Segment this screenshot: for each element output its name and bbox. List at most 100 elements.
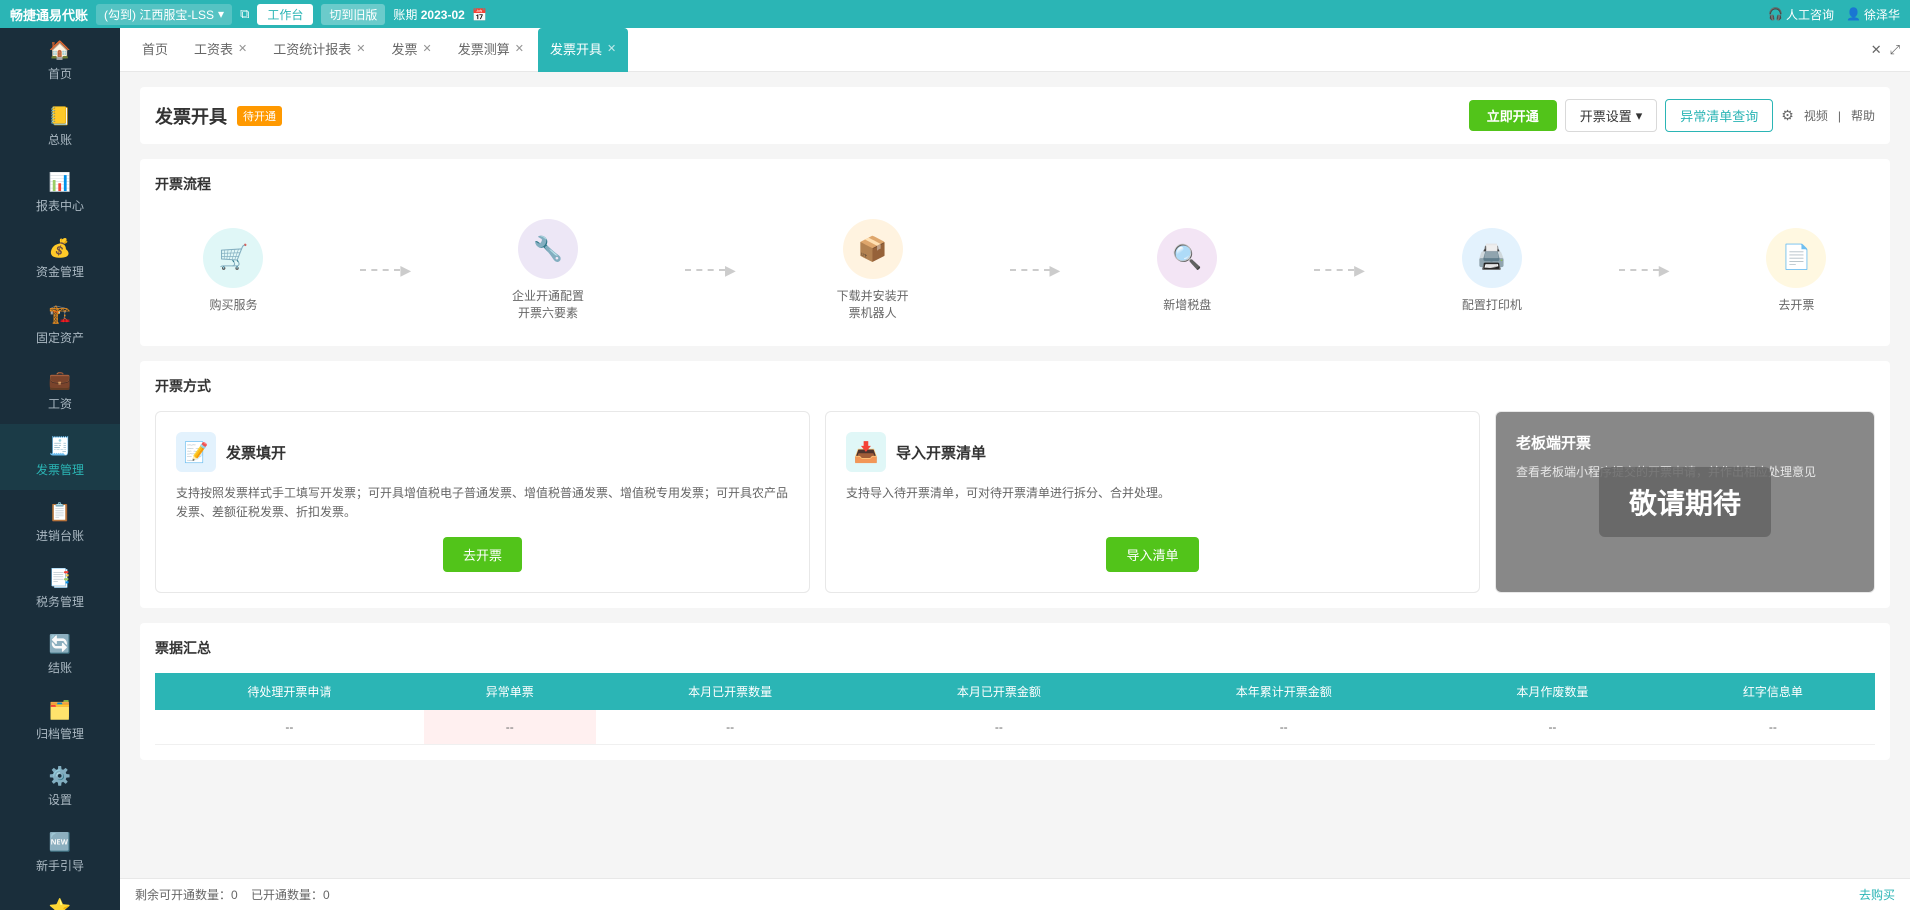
sidebar-item-salary[interactable]: 💼 工资	[0, 358, 120, 424]
cell-pending: --	[155, 710, 424, 745]
archive-icon: 🗂️	[49, 700, 71, 721]
salary-icon: 💼	[49, 370, 71, 391]
method-card-import: 📥 导入开票清单 支持导入待开票清单，可对待开票清单进行拆分、合并处理。 导入清…	[825, 411, 1480, 593]
cell-void-count: --	[1434, 710, 1671, 745]
method-manual-title: 发票填开	[226, 442, 286, 463]
sidebar: 🏠 首页 📒 总账 📊 报表中心 💰 资金管理 🏗️ 固定资产 💼 工资 🧾 发…	[0, 28, 120, 910]
tab-salary-report[interactable]: 工资统计报表 ✕	[261, 28, 377, 72]
funds-icon: 💰	[49, 238, 71, 259]
tab-invoice-calc[interactable]: 发票测算 ✕	[446, 28, 536, 72]
sidebar-item-settlement[interactable]: 🔄 结账	[0, 622, 120, 688]
used-label: 已开通数量：0	[251, 888, 330, 902]
consult-button[interactable]: 🎧 人工咨询	[1768, 6, 1834, 23]
tab-invoice-tool-close[interactable]: ✕	[607, 42, 616, 55]
process-step-setup[interactable]: 🔧 企业开通配置开票六要素	[508, 219, 588, 321]
switch-old-button[interactable]: 切到旧版	[321, 4, 385, 25]
buy-service-label: 购买服务	[209, 296, 257, 313]
process-step-printer[interactable]: 🖨️ 配置打印机	[1462, 228, 1522, 313]
tab-expand-icon[interactable]: ⤢	[1890, 42, 1900, 58]
process-divider-1: ▶	[360, 262, 411, 279]
method-import-icon: 📥	[846, 432, 886, 472]
setup-icon: 🔧	[518, 219, 578, 279]
tab-invoice[interactable]: 发票 ✕	[379, 28, 443, 72]
sidebar-item-home[interactable]: 🏠 首页	[0, 28, 120, 94]
download-label: 下载并安装开票机器人	[833, 287, 913, 321]
sidebar-item-label: 进销台账	[36, 527, 84, 544]
copy-icon[interactable]: ⧉	[240, 6, 249, 22]
tab-invoice-label: 发票	[391, 39, 417, 58]
tab-salary-table[interactable]: 工资表 ✕	[182, 28, 259, 72]
issue-invoice-label: 去开票	[1778, 296, 1814, 313]
process-step-tax-disk[interactable]: 🔍 新增税盘	[1157, 228, 1217, 313]
user-info[interactable]: 👤 徐泽华	[1846, 6, 1900, 23]
remain-label: 剩余可开通数量：0	[135, 888, 238, 902]
period-edit-icon[interactable]: 📅	[472, 8, 487, 22]
methods-row: 📝 发票填开 支持按照发票样式手工填写开发票；可开具增值税电子普通发票、增值税普…	[155, 411, 1875, 593]
sidebar-item-assets[interactable]: 🏗️ 固定资产	[0, 292, 120, 358]
sidebar-item-label: 工资	[48, 395, 72, 412]
tab-home[interactable]: 首页	[130, 28, 180, 72]
tab-bar-right: ✕ ⤢	[1871, 42, 1900, 58]
process-step-download[interactable]: 📦 下载并安装开票机器人	[833, 219, 913, 321]
col-red-info: 红字信息单	[1671, 673, 1875, 710]
process-step-buy-service[interactable]: 🛒 购买服务	[203, 228, 263, 313]
top-bar-left: 畅捷通易代账 (勾到) 江西服宝-LSS ▾ ⧉ 工作台 切到旧版 账期 202…	[10, 4, 487, 25]
col-monthly-amount: 本月已开票金额	[864, 673, 1133, 710]
tab-home-label: 首页	[142, 39, 168, 58]
sidebar-item-guide[interactable]: 🆕 新手引导	[0, 820, 120, 886]
company-dropdown-icon: ▾	[218, 7, 224, 21]
tab-salary-table-label: 工资表	[194, 39, 233, 58]
sidebar-item-funds[interactable]: 💰 资金管理	[0, 226, 120, 292]
sidebar-item-settings[interactable]: ⚙️ 设置	[0, 754, 120, 820]
tax-disk-label: 新增税盘	[1163, 296, 1211, 313]
tab-invoice-calc-close[interactable]: ✕	[515, 42, 524, 55]
method-card-old: 老板端开票 查看老板端小程序提交的开票申请，并作出相应处理意见 敬请期待	[1495, 411, 1875, 593]
tab-invoice-close[interactable]: ✕	[423, 42, 432, 55]
company-selector[interactable]: (勾到) 江西服宝-LSS ▾	[96, 4, 232, 25]
tab-close-all-icon[interactable]: ✕	[1871, 42, 1882, 58]
ledger-icon: 📒	[49, 106, 71, 127]
download-icon: 📦	[843, 219, 903, 279]
tab-salary-report-close[interactable]: ✕	[356, 42, 365, 55]
top-bar: 畅捷通易代账 (勾到) 江西服宝-LSS ▾ ⧉ 工作台 切到旧版 账期 202…	[0, 0, 1910, 28]
process-divider-3: ▶	[1010, 262, 1061, 279]
sidebar-item-archive[interactable]: 🗂️ 归档管理	[0, 688, 120, 754]
cell-monthly-amount: --	[864, 710, 1133, 745]
buy-link[interactable]: 去购买	[1859, 886, 1895, 903]
process-step-issue[interactable]: 📄 去开票	[1766, 228, 1826, 313]
page-header: 发票开具 待开通 立即开通 开票设置 ▾ 异常清单查询 ⚙ 视频 | 帮助	[140, 87, 1890, 144]
old-card-title: 老板端开票	[1516, 432, 1854, 453]
import-list-button[interactable]: 导入清单	[1106, 537, 1198, 572]
sidebar-item-invoice[interactable]: 🧾 发票管理	[0, 424, 120, 490]
method-section: 开票方式 📝 发票填开 支持按照发票样式手工填写开发票；可开具增值税电子普通发票…	[140, 361, 1890, 608]
printer-icon: 🖨️	[1462, 228, 1522, 288]
help-label[interactable]: 帮助	[1851, 107, 1875, 124]
settings-icon: ⚙️	[49, 766, 71, 787]
ticket-settings-button[interactable]: 开票设置 ▾	[1565, 99, 1658, 132]
workbench-button[interactable]: 工作台	[257, 4, 313, 25]
user-avatar-icon: 👤	[1846, 7, 1861, 21]
period-label: 账期 2023-02 📅	[393, 6, 487, 23]
cell-red-info: --	[1671, 710, 1875, 745]
tab-salary-report-label: 工资统计报表	[273, 39, 351, 58]
sidebar-item-label: 新手引导	[36, 857, 84, 874]
sidebar-item-tax[interactable]: 📑 税务管理	[0, 556, 120, 622]
immediate-open-button[interactable]: 立即开通	[1469, 100, 1557, 131]
method-import-header: 📥 导入开票清单	[846, 432, 1459, 472]
tab-bar: 首页 工资表 ✕ 工资统计报表 ✕ 发票 ✕ 发票测算 ✕ 发票开具 ✕	[120, 28, 1910, 72]
col-abnormal: 异常单票	[424, 673, 596, 710]
go-issue-button[interactable]: 去开票	[443, 537, 522, 572]
sidebar-item-reports[interactable]: 📊 报表中心	[0, 160, 120, 226]
page-title: 发票开具	[155, 103, 227, 129]
tab-salary-table-close[interactable]: ✕	[238, 42, 247, 55]
sidebar-item-ledger[interactable]: 📒 总账	[0, 94, 120, 160]
process-section-title: 开票流程	[155, 174, 1875, 194]
tab-invoice-tool[interactable]: 发票开具 ✕	[538, 28, 628, 72]
sidebar-item-purchase-sales[interactable]: 📋 进销台账	[0, 490, 120, 556]
abnormal-list-button[interactable]: 异常清单查询	[1665, 99, 1773, 132]
summary-table-data-row: -- -- -- -- -- -- --	[155, 710, 1875, 745]
sidebar-item-member[interactable]: ⭐ 畅会员	[0, 886, 120, 910]
status-badge: 待开通	[237, 106, 282, 126]
view-label[interactable]: 视频	[1804, 107, 1828, 124]
summary-table-header-row: 待处理开票申请 异常单票 本月已开票数量 本月已开票金额 本年累计开票金额 本月…	[155, 673, 1875, 710]
